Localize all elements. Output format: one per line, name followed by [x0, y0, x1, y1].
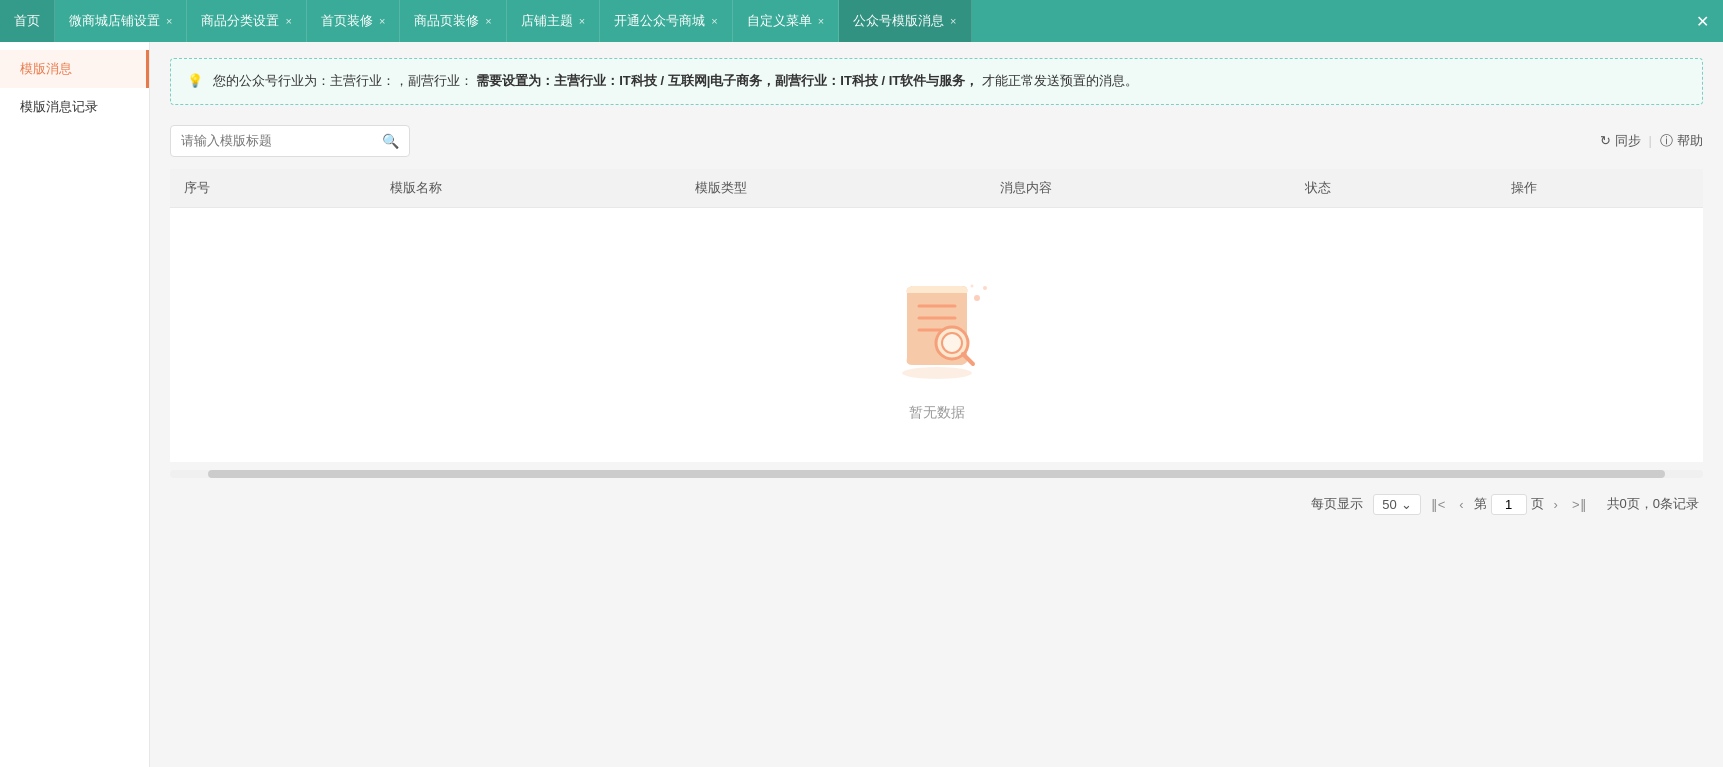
search-input[interactable] — [181, 133, 382, 148]
notice-highlight: 需要设置为：主营行业：IT科技 / 互联网|电子商务，副营行业：IT科技 / I… — [476, 73, 978, 88]
nav-tab-custom-menu-close[interactable]: × — [818, 15, 824, 27]
svg-point-8 — [983, 286, 987, 290]
col-header-status: 状态 — [1291, 169, 1497, 208]
nav-tab-home-decor[interactable]: 首页装修 × — [307, 0, 400, 42]
data-table: 序号 模版名称 模版类型 消息内容 状态 操作 — [170, 169, 1703, 462]
sync-label: 同步 — [1615, 132, 1641, 150]
pagination: 每页显示 50 ⌄ ‖< ‹ 第 页 › >‖ 共0页，0条记录 — [170, 486, 1703, 523]
col-header-name: 模版名称 — [376, 169, 681, 208]
svg-point-7 — [974, 295, 980, 301]
svg-point-9 — [970, 284, 973, 287]
sidebar-item-template-msg-label: 模版消息 — [20, 61, 72, 76]
sync-button[interactable]: ↻ 同步 — [1600, 132, 1641, 150]
nav-tab-shop-theme-label: 店铺主题 — [521, 12, 573, 30]
prev-page-button[interactable]: ‹ — [1455, 495, 1467, 514]
sidebar-item-template-msg-log[interactable]: 模版消息记录 — [0, 88, 149, 126]
sidebar: 模版消息 模版消息记录 — [0, 42, 150, 767]
notice-icon: 💡 — [187, 73, 203, 88]
nav-tab-home[interactable]: 首页 — [0, 0, 55, 42]
total-info: 共0页，0条记录 — [1607, 495, 1699, 513]
sidebar-item-template-msg[interactable]: 模版消息 — [0, 50, 149, 88]
nav-tab-product-decor[interactable]: 商品页装修 × — [400, 0, 506, 42]
nav-tab-shop-settings-close[interactable]: × — [166, 15, 172, 27]
nav-tab-open-mall-label: 开通公众号商城 — [614, 12, 705, 30]
empty-row: 暂无数据 — [170, 207, 1703, 462]
last-page-button[interactable]: >‖ — [1568, 495, 1591, 514]
main-layout: 模版消息 模版消息记录 💡 您的公众号行业为：主营行业：，副营行业： 需要设置为… — [0, 42, 1723, 767]
content-area: 💡 您的公众号行业为：主营行业：，副营行业： 需要设置为：主营行业：IT科技 /… — [150, 42, 1723, 767]
empty-state: 暂无数据 — [170, 208, 1703, 462]
nav-tab-shop-theme-close[interactable]: × — [579, 15, 585, 27]
nav-tab-product-decor-label: 商品页装修 — [414, 12, 479, 30]
nav-tab-template-msg-label: 公众号模版消息 — [853, 12, 944, 30]
col-header-index: 序号 — [170, 169, 376, 208]
nav-tab-shop-theme[interactable]: 店铺主题 × — [507, 0, 600, 42]
close-all-button[interactable]: ✕ — [1682, 12, 1723, 31]
nav-tab-product-decor-close[interactable]: × — [485, 15, 491, 27]
nav-tab-category[interactable]: 商品分类设置 × — [187, 0, 306, 42]
nav-tab-shop-settings-label: 微商城店铺设置 — [69, 12, 160, 30]
sidebar-item-template-msg-log-label: 模版消息记录 — [20, 99, 98, 114]
nav-tab-template-msg-close[interactable]: × — [950, 15, 956, 27]
notice-bar: 💡 您的公众号行业为：主营行业：，副营行业： 需要设置为：主营行业：IT科技 /… — [170, 58, 1703, 105]
col-header-type: 模版类型 — [681, 169, 986, 208]
help-label: 帮助 — [1677, 132, 1703, 150]
nav-tab-home-label: 首页 — [14, 12, 40, 30]
page-input-wrap: 第 页 — [1474, 494, 1544, 515]
search-icon[interactable]: 🔍 — [382, 133, 399, 149]
horizontal-scrollbar[interactable] — [170, 470, 1703, 478]
empty-text: 暂无数据 — [909, 404, 965, 422]
toolbar-right: ↻ 同步 | ⓘ 帮助 — [1600, 132, 1703, 150]
nav-tab-template-msg[interactable]: 公众号模版消息 × — [839, 0, 971, 42]
nav-tab-custom-menu[interactable]: 自定义菜单 × — [733, 0, 839, 42]
page-size-chevron: ⌄ — [1401, 497, 1412, 512]
nav-tab-category-close[interactable]: × — [285, 15, 291, 27]
per-page-label: 每页显示 — [1311, 495, 1363, 513]
nav-tab-home-decor-close[interactable]: × — [379, 15, 385, 27]
next-page-button[interactable]: › — [1550, 495, 1562, 514]
svg-point-5 — [942, 333, 962, 353]
page-label: 第 — [1474, 495, 1487, 513]
sync-icon: ↻ — [1600, 133, 1611, 148]
nav-tab-open-mall-close[interactable]: × — [711, 15, 717, 27]
toolbar-divider: | — [1649, 133, 1652, 148]
empty-state-icon — [877, 268, 997, 388]
notice-text-suffix: 才能正常发送预置的消息。 — [982, 73, 1138, 88]
first-page-button[interactable]: ‖< — [1427, 495, 1450, 514]
search-bar: 🔍 ↻ 同步 | ⓘ 帮助 — [170, 125, 1703, 157]
top-nav: 首页 微商城店铺设置 × 商品分类设置 × 首页装修 × 商品页装修 × 店铺主… — [0, 0, 1723, 42]
nav-tab-open-mall[interactable]: 开通公众号商城 × — [600, 0, 732, 42]
close-all-icon: ✕ — [1696, 13, 1709, 30]
page-input[interactable] — [1491, 494, 1527, 515]
help-icon: ⓘ — [1660, 132, 1673, 150]
page-size-select[interactable]: 50 ⌄ — [1373, 494, 1420, 515]
svg-point-0 — [902, 367, 972, 379]
nav-tab-category-label: 商品分类设置 — [201, 12, 279, 30]
nav-tab-shop-settings[interactable]: 微商城店铺设置 × — [55, 0, 187, 42]
notice-text-prefix: 您的公众号行业为：主营行业：，副营行业： — [213, 73, 473, 88]
scrollbar-thumb[interactable] — [208, 470, 1664, 478]
help-button[interactable]: ⓘ 帮助 — [1660, 132, 1703, 150]
nav-tab-home-decor-label: 首页装修 — [321, 12, 373, 30]
col-header-content: 消息内容 — [986, 169, 1291, 208]
page-size-value: 50 — [1382, 497, 1396, 512]
col-header-action: 操作 — [1497, 169, 1703, 208]
table-header-row: 序号 模版名称 模版类型 消息内容 状态 操作 — [170, 169, 1703, 208]
nav-tab-custom-menu-label: 自定义菜单 — [747, 12, 812, 30]
search-input-wrap: 🔍 — [170, 125, 410, 157]
page-unit: 页 — [1531, 495, 1544, 513]
